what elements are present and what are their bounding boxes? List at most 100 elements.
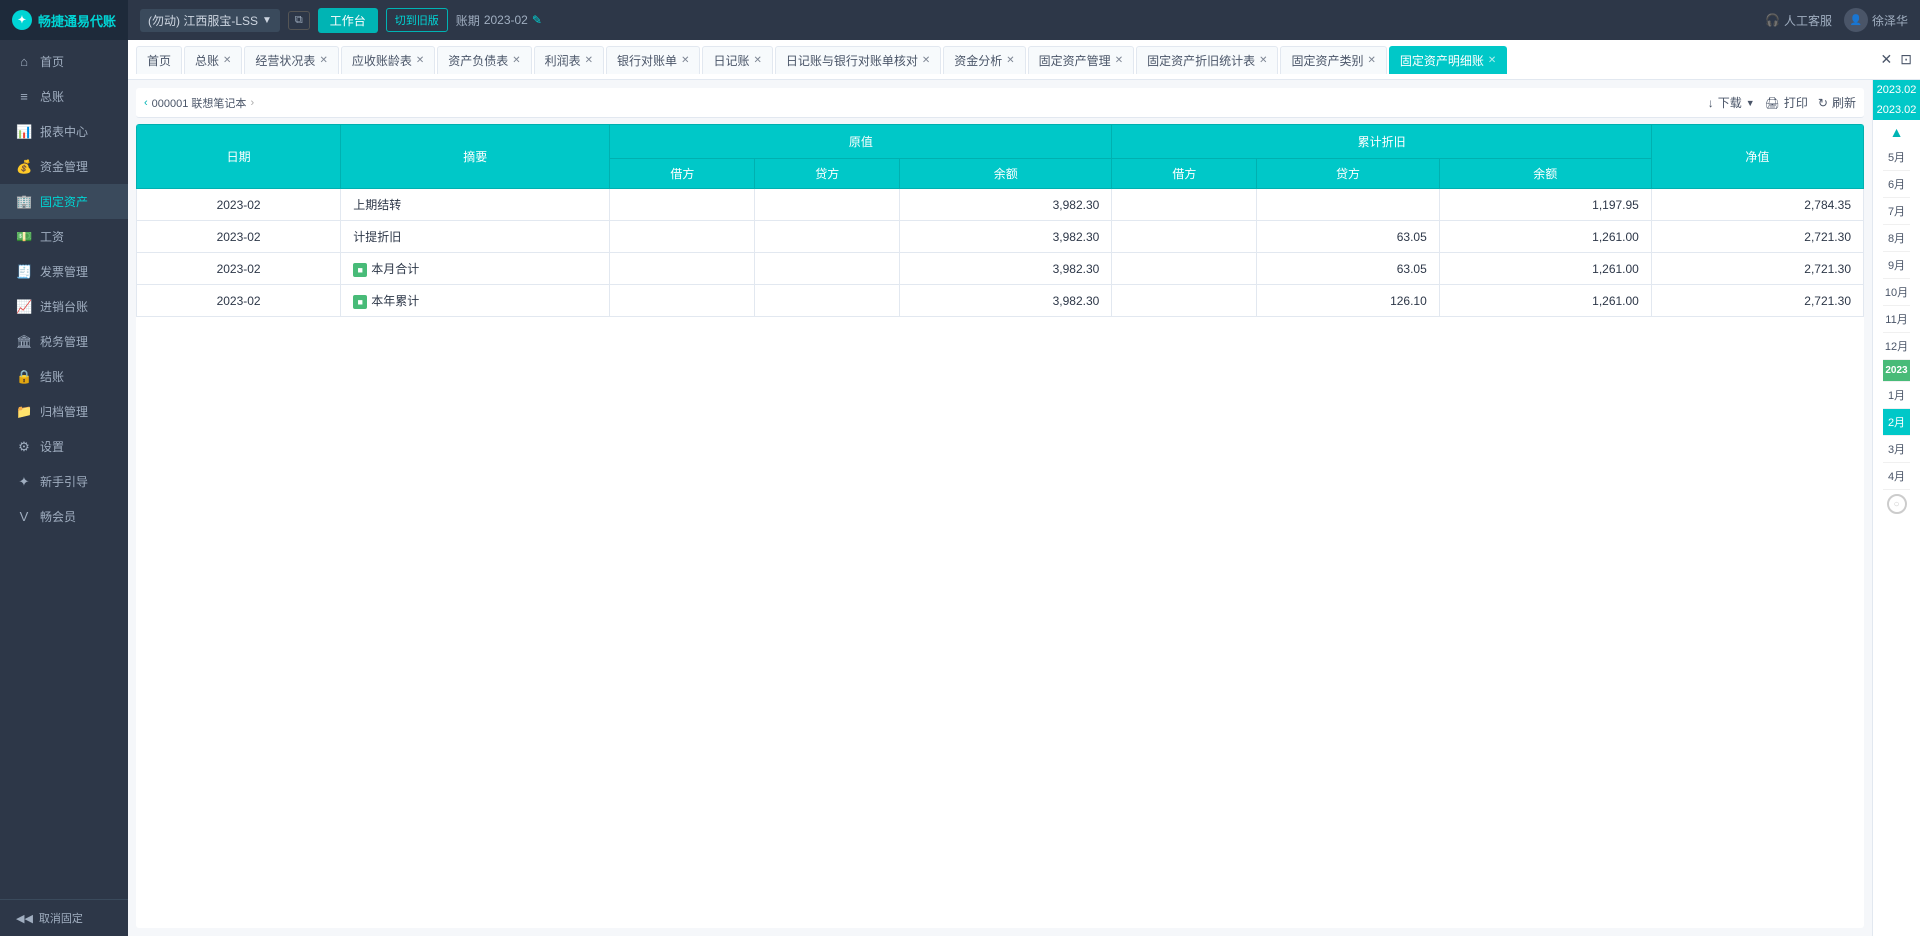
sidebar-item-invoice[interactable]: 🧾 发票管理 <box>0 254 128 289</box>
download-button[interactable]: ↓ 下载 ▼ <box>1708 94 1755 111</box>
period-edit-icon[interactable]: ✎ <box>532 13 542 27</box>
tab-journal-reconcile[interactable]: 日记账与银行对账单核对 ✕ <box>775 46 941 74</box>
tab-operations[interactable]: 经营状况表 ✕ <box>244 46 338 74</box>
close-all-icon[interactable]: ✕ <box>1881 51 1893 68</box>
date-circle[interactable]: ○ <box>1887 494 1907 514</box>
sidebar-item-label: 新手引导 <box>40 473 88 490</box>
workbench-button[interactable]: 工作台 <box>318 8 378 33</box>
date-month-item[interactable]: 2023 <box>1883 360 1910 382</box>
sidebar-item-payroll[interactable]: 💵 工资 <box>0 219 128 254</box>
sidebar-toggle[interactable]: ◀◀ 取消固定 <box>0 899 128 936</box>
date-month-item[interactable]: 1月 <box>1883 382 1910 409</box>
tab-balance-sheet[interactable]: 资产负债表 ✕ <box>437 46 531 74</box>
archive-icon: 📁 <box>16 404 32 420</box>
user-profile[interactable]: 👤 徐泽华 <box>1844 8 1908 32</box>
sidebar-item-label: 资金管理 <box>40 158 88 175</box>
sidebar-item-label: 报表中心 <box>40 123 88 140</box>
date-panel-header-2: 2023.02 <box>1873 100 1920 120</box>
tab-asset-category[interactable]: 固定资产类别 ✕ <box>1280 46 1386 74</box>
tab-close-icon[interactable]: ✕ <box>1115 55 1123 66</box>
date-month-item[interactable]: 4月 <box>1883 463 1910 490</box>
switch-version-button[interactable]: 切到旧版 <box>386 8 448 32</box>
sidebar-item-ledger[interactable]: ≡ 总账 <box>0 79 128 114</box>
refresh-button[interactable]: ↻ 刷新 <box>1818 94 1856 111</box>
tab-fixed-assets-mgmt[interactable]: 固定资产管理 ✕ <box>1028 46 1134 74</box>
refresh-label: 刷新 <box>1832 94 1856 111</box>
sidebar-item-guide[interactable]: ✦ 新手引导 <box>0 464 128 499</box>
prev-nav-icon[interactable]: ‹ <box>144 97 148 109</box>
date-month-item[interactable]: 10月 <box>1883 279 1910 306</box>
sidebar-item-funds[interactable]: 💰 资金管理 <box>0 149 128 184</box>
tab-close-icon[interactable]: ✕ <box>1368 55 1376 66</box>
date-panel-header-1: 2023.02 <box>1873 80 1920 100</box>
chevron-down-icon: ▼ <box>1746 98 1755 108</box>
company-selector[interactable]: (勿动) 江西服宝-LSS ▼ <box>140 9 280 32</box>
sales-ledger-icon: 📈 <box>16 299 32 315</box>
sidebar-item-tax[interactable]: 🏛 税务管理 <box>0 324 128 359</box>
tab-close-icon[interactable]: ✕ <box>223 55 231 66</box>
tab-fund-analysis[interactable]: 资金分析 ✕ <box>943 46 1025 74</box>
sidebar-item-home[interactable]: ⌂ 首页 <box>0 44 128 79</box>
tab-depreciation-stats[interactable]: 固定资产折旧统计表 ✕ <box>1136 46 1278 74</box>
tab-journal[interactable]: 日记账 ✕ <box>702 46 772 74</box>
tab-close-icon[interactable]: ✕ <box>1259 55 1267 66</box>
tab-label: 日记账与银行对账单核对 <box>786 52 918 69</box>
tab-close-icon[interactable]: ✕ <box>922 55 930 66</box>
tab-close-icon[interactable]: ✕ <box>585 55 593 66</box>
cell-acc-credit: 126.10 <box>1257 285 1439 317</box>
date-month-item[interactable]: 2月 <box>1883 409 1910 436</box>
cell-orig-debit <box>610 189 755 221</box>
date-month-item[interactable]: 11月 <box>1883 306 1910 333</box>
tab-ledger[interactable]: 总账 ✕ <box>184 46 242 74</box>
support-link[interactable]: 🎧 人工客服 <box>1765 12 1832 29</box>
date-month-item[interactable]: 7月 <box>1883 198 1910 225</box>
date-month-item[interactable]: 6月 <box>1883 171 1910 198</box>
tab-label: 固定资产明细账 <box>1400 52 1484 69</box>
date-month-item[interactable]: 12月 <box>1883 333 1910 360</box>
invoice-icon: 🧾 <box>16 264 32 280</box>
sidebar-item-sales-ledger[interactable]: 📈 进销台账 <box>0 289 128 324</box>
cell-desc: 上期结转 <box>341 189 610 221</box>
tab-label: 资产负债表 <box>448 52 508 69</box>
sidebar-item-settings[interactable]: ⚙ 设置 <box>0 429 128 464</box>
tab-home[interactable]: 首页 <box>136 46 182 74</box>
date-month-item[interactable]: 9月 <box>1883 252 1910 279</box>
tab-close-icon[interactable]: ✕ <box>512 55 520 66</box>
tab-close-icon[interactable]: ✕ <box>753 55 761 66</box>
restore-icon[interactable]: ⊡ <box>1900 51 1912 68</box>
table-row: 2023-02 ■本年累计 3,982.30 126.10 1,261.00 2… <box>137 285 1864 317</box>
app-name: 畅捷通易代账 <box>38 11 116 30</box>
date-scroll-up[interactable]: ▲ <box>1886 120 1908 144</box>
date-month-item[interactable]: 8月 <box>1883 225 1910 252</box>
sidebar-item-label: 发票管理 <box>40 263 88 280</box>
sidebar-item-member[interactable]: V 畅会员 <box>0 499 128 534</box>
table-row: 2023-02 上期结转 3,982.30 1,197.95 2,784.35 <box>137 189 1864 221</box>
cell-acc-credit: 63.05 <box>1257 221 1439 253</box>
copy-button[interactable]: ⧉ <box>288 11 310 30</box>
print-button[interactable]: 🖨 打印 <box>1765 94 1808 111</box>
cell-orig-debit <box>610 253 755 285</box>
date-month-item[interactable]: 5月 <box>1883 144 1910 171</box>
tab-asset-detail[interactable]: 固定资产明细账 ✕ <box>1389 46 1507 74</box>
tab-close-icon[interactable]: ✕ <box>416 55 424 66</box>
date-month-item[interactable]: 3月 <box>1883 436 1910 463</box>
cell-orig-credit <box>755 285 900 317</box>
sidebar-item-close[interactable]: 🔒 结账 <box>0 359 128 394</box>
sidebar-item-archive[interactable]: 📁 归档管理 <box>0 394 128 429</box>
cell-date: 2023-02 <box>137 189 341 221</box>
tab-close-icon[interactable]: ✕ <box>681 55 689 66</box>
tab-close-icon[interactable]: ✕ <box>1488 55 1496 66</box>
tab-bank-statement[interactable]: 银行对账单 ✕ <box>606 46 700 74</box>
col-acc-dep: 累计折旧 <box>1112 125 1652 159</box>
home-icon: ⌂ <box>16 54 32 69</box>
tab-close-icon[interactable]: ✕ <box>319 55 327 66</box>
tab-close-icon[interactable]: ✕ <box>1006 55 1014 66</box>
sidebar-item-label: 税务管理 <box>40 333 88 350</box>
sidebar: ✦ 畅捷通易代账 ⌂ 首页 ≡ 总账 📊 报表中心 💰 资金管理 🏢 固定资产 … <box>0 0 128 936</box>
next-nav-icon[interactable]: › <box>250 97 254 109</box>
sidebar-item-reports[interactable]: 📊 报表中心 <box>0 114 128 149</box>
print-label: 打印 <box>1784 94 1808 111</box>
tab-ar-aging[interactable]: 应收账龄表 ✕ <box>341 46 435 74</box>
sidebar-item-fixed-assets[interactable]: 🏢 固定资产 <box>0 184 128 219</box>
tab-profit[interactable]: 利润表 ✕ <box>534 46 604 74</box>
